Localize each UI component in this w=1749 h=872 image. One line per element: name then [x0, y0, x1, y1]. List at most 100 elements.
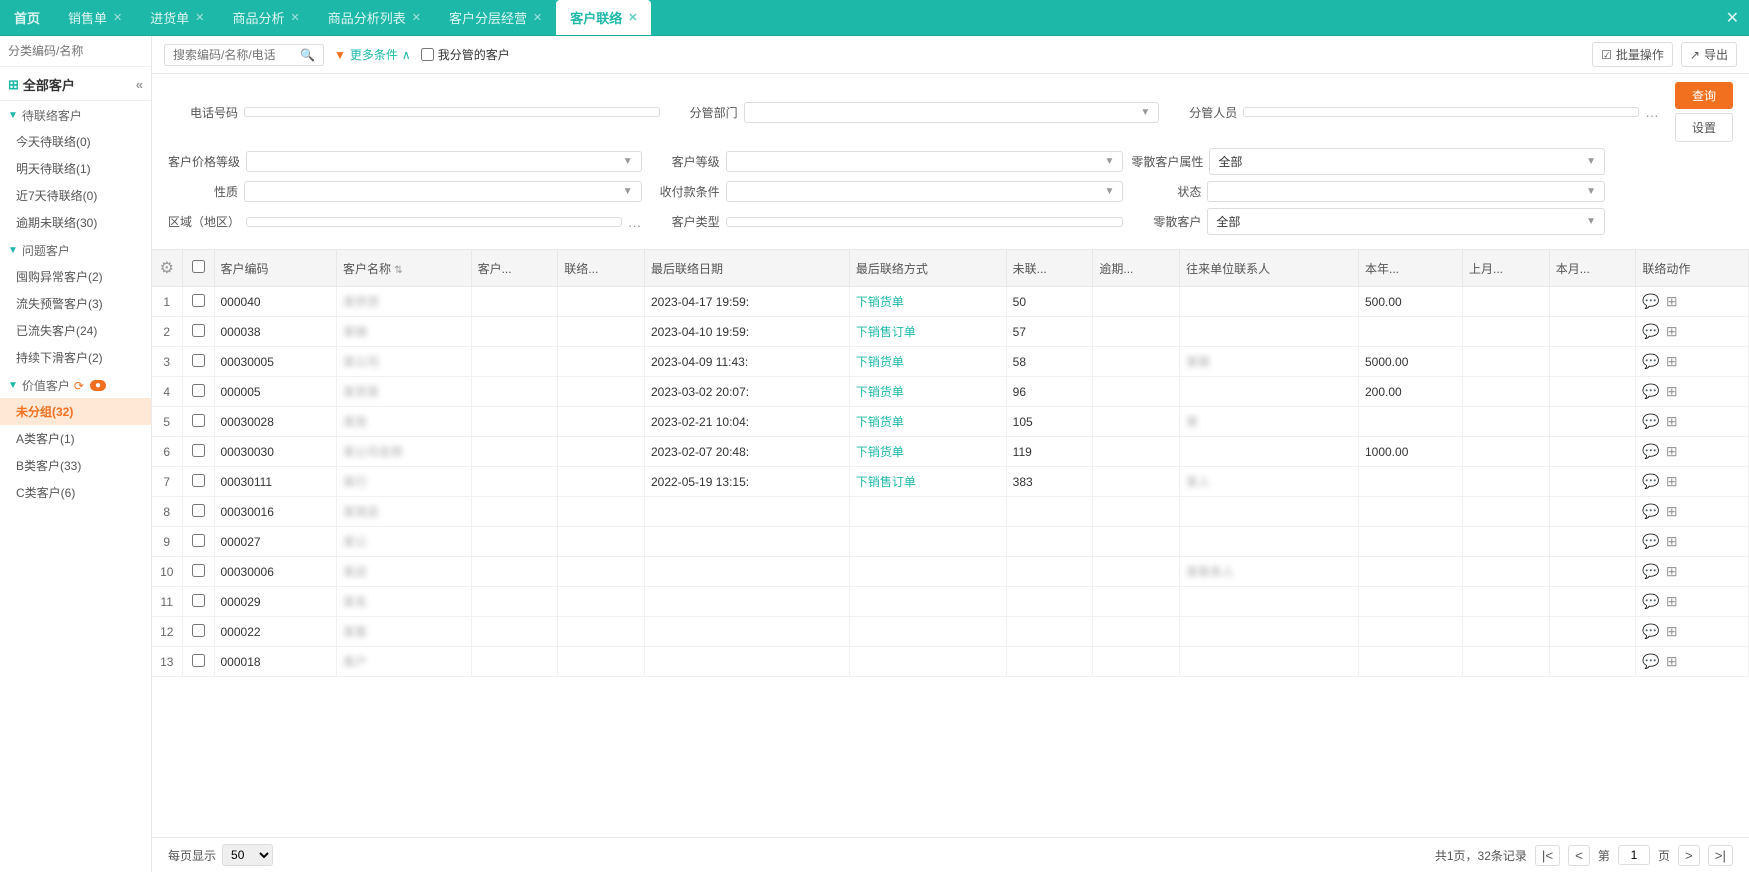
contact-icon[interactable]: 💬 — [1642, 653, 1659, 670]
more-actions-icon[interactable]: ⊞ — [1666, 293, 1678, 310]
more-actions-icon[interactable]: ⊞ — [1666, 563, 1678, 580]
row-check-input[interactable] — [192, 414, 205, 427]
settings-icon[interactable]: ⚙ — [160, 260, 174, 277]
row-checkbox[interactable] — [182, 467, 214, 497]
sidebar-search-input[interactable] — [8, 44, 152, 58]
first-page-btn[interactable]: |< — [1535, 845, 1560, 866]
prev-page-btn[interactable]: < — [1568, 845, 1590, 866]
row-last-method[interactable]: 下销售订单 — [849, 467, 1006, 497]
row-checkbox[interactable] — [182, 497, 214, 527]
row-checkbox[interactable] — [182, 587, 214, 617]
per-page-select[interactable]: 50 20 100 — [222, 844, 273, 866]
tab-purchase-close[interactable]: ✕ — [195, 11, 204, 24]
reset-btn[interactable]: 设置 — [1675, 113, 1733, 142]
more-actions-icon[interactable]: ⊞ — [1666, 473, 1678, 490]
row-check-input[interactable] — [192, 294, 205, 307]
col-checkbox-header[interactable] — [182, 250, 214, 287]
row-check-input[interactable] — [192, 624, 205, 637]
value-refresh-icon[interactable]: ⟳ — [74, 379, 84, 393]
tab-product-analysis-close[interactable]: ✕ — [291, 11, 300, 24]
more-actions-icon[interactable]: ⊞ — [1666, 623, 1678, 640]
row-last-method[interactable]: 下销货单 — [849, 347, 1006, 377]
tab-sales-close[interactable]: ✕ — [113, 11, 122, 24]
status-select[interactable]: ▼ — [1207, 181, 1605, 202]
nature-select[interactable]: ▼ — [244, 181, 642, 202]
sidebar-item-hoarding[interactable]: 囤购异常客户(2) — [0, 263, 151, 290]
contact-icon[interactable]: 💬 — [1642, 353, 1659, 370]
sidebar-section-value[interactable]: ▼ 价值客户 ⟳ ● — [0, 371, 151, 398]
contact-icon[interactable]: 💬 — [1642, 443, 1659, 460]
sidebar-item-class-c[interactable]: C类客户(6) — [0, 479, 151, 506]
tab-home[interactable]: 首页 — [0, 0, 54, 35]
select-all-checkbox[interactable] — [192, 260, 205, 273]
sidebar-item-today[interactable]: 今天待联络(0) — [0, 128, 151, 155]
my-customers-check-input[interactable] — [421, 48, 434, 61]
tab-product-analysis-list-close[interactable]: ✕ — [412, 11, 421, 24]
tab-sales[interactable]: 销售单 ✕ — [54, 0, 136, 35]
sidebar-collapse-btn[interactable]: « — [136, 77, 143, 92]
contact-icon[interactable]: 💬 — [1642, 323, 1659, 340]
sidebar-item-declining[interactable]: 持续下滑客户(2) — [0, 344, 151, 371]
sidebar-all-customers[interactable]: ⊞ 全部客户 « — [0, 67, 151, 101]
query-btn[interactable]: 查询 — [1675, 82, 1733, 109]
sidebar-item-overdue[interactable]: 逾期未联络(30) — [0, 209, 151, 236]
row-check-input[interactable] — [192, 444, 205, 457]
row-check-input[interactable] — [192, 654, 205, 667]
tab-customer-segment-close[interactable]: ✕ — [533, 11, 542, 24]
tab-bar-close-all[interactable]: ✕ — [1726, 8, 1739, 28]
manager-input[interactable] — [1243, 107, 1639, 117]
more-conditions-btn[interactable]: ▼ 更多条件 ∧ — [334, 46, 411, 63]
sidebar-item-churn-warning[interactable]: 流失预警客户(3) — [0, 290, 151, 317]
row-checkbox[interactable] — [182, 527, 214, 557]
row-checkbox[interactable] — [182, 287, 214, 317]
row-check-input[interactable] — [192, 504, 205, 517]
dept-select[interactable]: ▼ — [744, 102, 1160, 123]
tab-product-analysis[interactable]: 商品分析 ✕ — [218, 0, 313, 35]
phone-input[interactable] — [244, 107, 660, 117]
sidebar-item-churned[interactable]: 已流失客户(24) — [0, 317, 151, 344]
more-actions-icon[interactable]: ⊞ — [1666, 533, 1678, 550]
sidebar-item-ungrouped[interactable]: 未分组(32) — [0, 398, 151, 425]
batch-ops-btn[interactable]: ☑ 批量操作 — [1592, 42, 1673, 67]
last-method-link[interactable]: 下销货单 — [856, 295, 904, 309]
last-method-link[interactable]: 下销售订单 — [856, 325, 916, 339]
last-page-btn[interactable]: >| — [1708, 845, 1733, 866]
customer-grade-select[interactable]: ▼ — [726, 151, 1124, 172]
more-actions-icon[interactable]: ⊞ — [1666, 323, 1678, 340]
last-method-link[interactable]: 下销货单 — [856, 415, 904, 429]
row-checkbox[interactable] — [182, 557, 214, 587]
more-actions-icon[interactable]: ⊞ — [1666, 443, 1678, 460]
customer-type-input[interactable] — [726, 217, 1124, 227]
last-method-link[interactable]: 下销货单 — [856, 445, 904, 459]
col-settings[interactable]: ⚙ — [152, 250, 182, 287]
row-check-input[interactable] — [192, 354, 205, 367]
row-check-input[interactable] — [192, 594, 205, 607]
region-dots-btn[interactable]: … — [628, 214, 642, 230]
tab-customer-contact[interactable]: 客户联络 ✕ — [556, 0, 651, 35]
sidebar-item-tomorrow[interactable]: 明天待联络(1) — [0, 155, 151, 182]
sidebar-item-7days[interactable]: 近7天待联络(0) — [0, 182, 151, 209]
contact-icon[interactable]: 💬 — [1642, 563, 1659, 580]
row-last-method[interactable]: 下销货单 — [849, 437, 1006, 467]
sidebar-section-pending[interactable]: ▼ 待联络客户 — [0, 101, 151, 128]
row-checkbox[interactable] — [182, 347, 214, 377]
more-actions-icon[interactable]: ⊞ — [1666, 353, 1678, 370]
row-check-input[interactable] — [192, 324, 205, 337]
sidebar-item-class-b[interactable]: B类客户(33) — [0, 452, 151, 479]
tab-customer-segment[interactable]: 客户分层经营 ✕ — [435, 0, 556, 35]
more-actions-icon[interactable]: ⊞ — [1666, 413, 1678, 430]
row-check-input[interactable] — [192, 384, 205, 397]
filter-search-box[interactable]: 🔍 — [164, 44, 324, 66]
tab-purchase[interactable]: 进货单 ✕ — [136, 0, 218, 35]
row-checkbox[interactable] — [182, 377, 214, 407]
filter-search-icon[interactable]: 🔍 — [300, 48, 315, 62]
row-last-method[interactable]: 下销售订单 — [849, 317, 1006, 347]
region-input[interactable] — [246, 217, 622, 227]
row-check-input[interactable] — [192, 534, 205, 547]
filter-search-input[interactable] — [173, 48, 296, 62]
export-btn[interactable]: ↗ 导出 — [1681, 42, 1737, 67]
contact-icon[interactable]: 💬 — [1642, 503, 1659, 520]
payment-select[interactable]: ▼ — [726, 181, 1124, 202]
tab-product-analysis-list[interactable]: 商品分析列表 ✕ — [314, 0, 435, 35]
my-customers-checkbox[interactable]: 我分管的客户 — [421, 46, 510, 63]
